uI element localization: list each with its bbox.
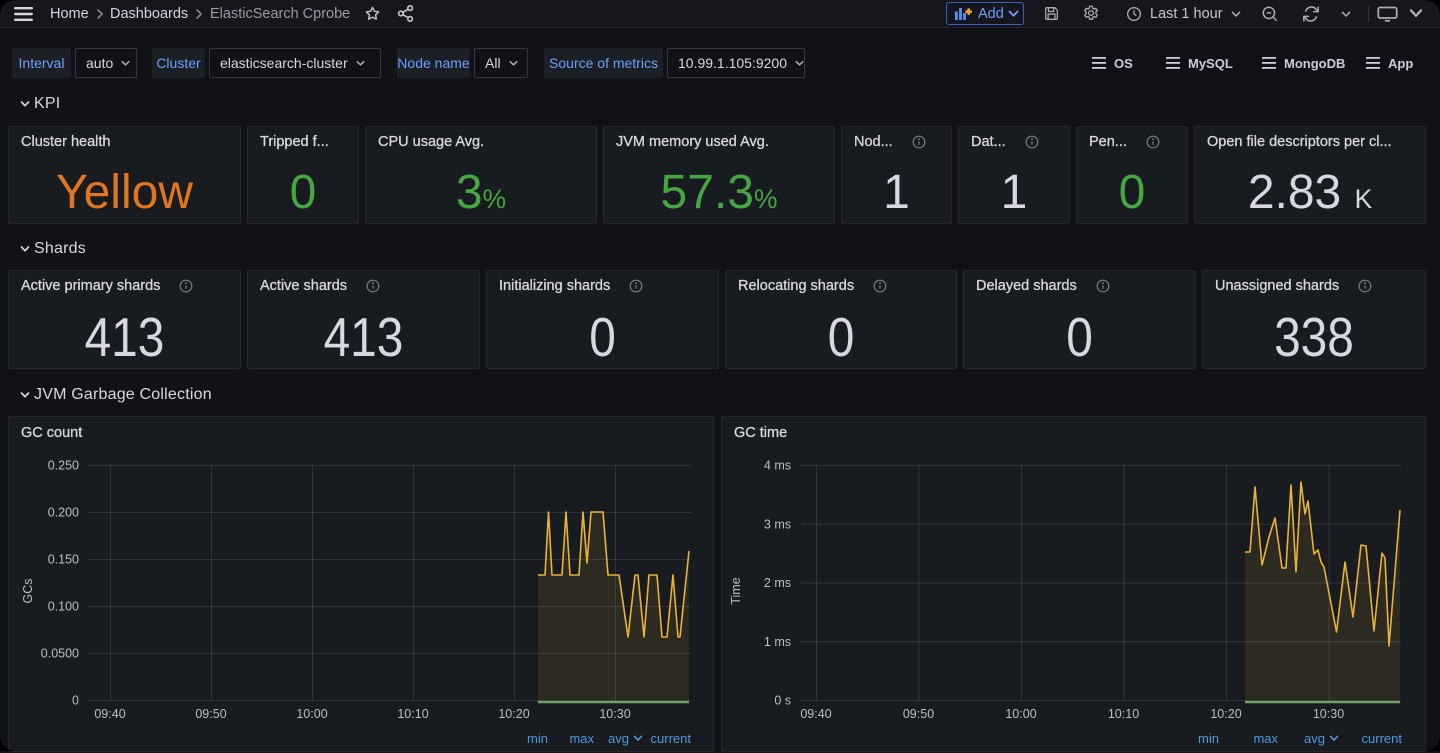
svg-text:09:50: 09:50 xyxy=(195,707,226,721)
svg-text:0: 0 xyxy=(72,694,79,708)
svg-text:0.0500: 0.0500 xyxy=(41,647,79,661)
svg-text:09:40: 09:40 xyxy=(94,707,125,721)
svg-text:10:30: 10:30 xyxy=(1313,707,1344,721)
svg-text:4 ms: 4 ms xyxy=(764,459,791,473)
svg-text:2 ms: 2 ms xyxy=(764,576,791,590)
svg-text:1 ms: 1 ms xyxy=(764,635,791,649)
svg-text:0 s: 0 s xyxy=(774,694,791,708)
svg-text:10:10: 10:10 xyxy=(1108,707,1139,721)
svg-text:10:20: 10:20 xyxy=(498,707,529,721)
svg-text:Time: Time xyxy=(729,577,743,604)
svg-text:10:00: 10:00 xyxy=(296,707,327,721)
svg-text:GCs: GCs xyxy=(21,579,35,604)
svg-text:10:10: 10:10 xyxy=(397,707,428,721)
svg-text:0.150: 0.150 xyxy=(48,553,79,567)
svg-text:09:50: 09:50 xyxy=(903,707,934,721)
svg-text:09:40: 09:40 xyxy=(800,707,831,721)
svg-text:0.200: 0.200 xyxy=(48,506,79,520)
svg-text:10:00: 10:00 xyxy=(1005,707,1036,721)
svg-text:10:30: 10:30 xyxy=(599,707,630,721)
svg-text:0.250: 0.250 xyxy=(48,459,79,473)
svg-text:0.100: 0.100 xyxy=(48,600,79,614)
svg-text:3 ms: 3 ms xyxy=(764,517,791,531)
svg-text:10:20: 10:20 xyxy=(1210,707,1241,721)
